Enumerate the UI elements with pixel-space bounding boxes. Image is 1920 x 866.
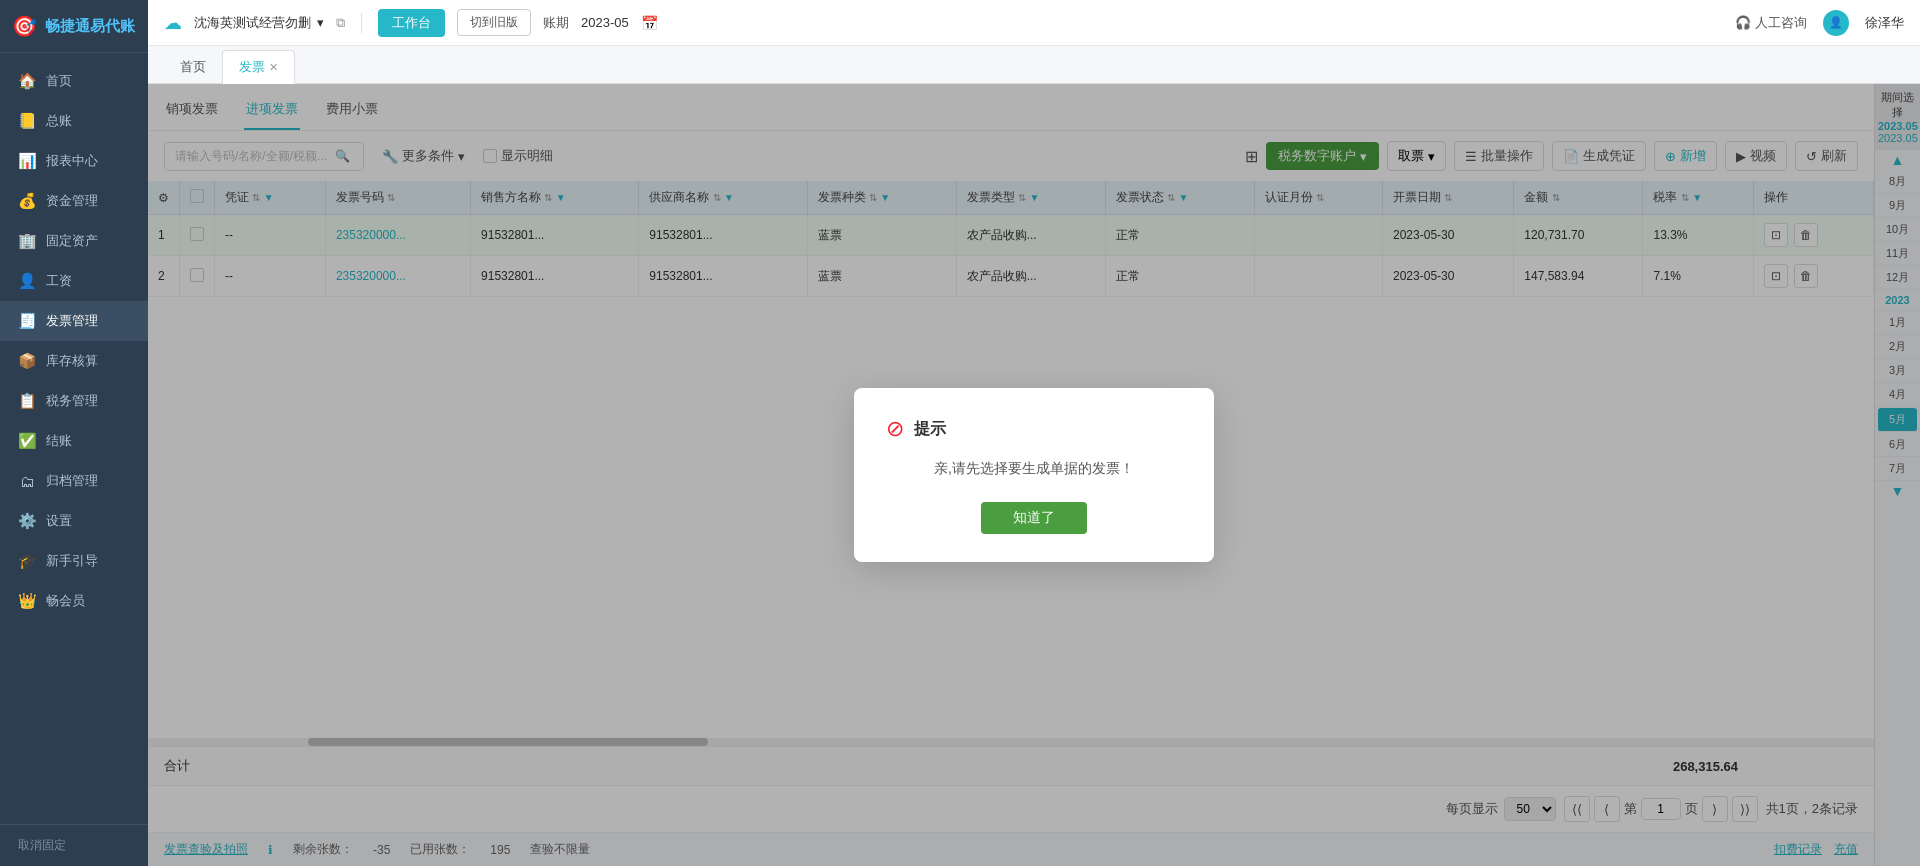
sidebar-label-archive: 归档管理 bbox=[46, 472, 98, 490]
sidebar-label-assets: 固定资产 bbox=[46, 232, 98, 250]
sidebar-label-inventory: 库存核算 bbox=[46, 352, 98, 370]
top-header: ☁ 沈海英测试经营勿删 ▾ ⧉ 工作台 切到旧版 账期 2023-05 📅 🎧 … bbox=[148, 0, 1920, 46]
sidebar-item-settle[interactable]: ✅ 结账 bbox=[0, 421, 148, 461]
sidebar-label-settle: 结账 bbox=[46, 432, 72, 450]
sidebar-label-invoice: 发票管理 bbox=[46, 312, 98, 330]
sidebar-icon-settle: ✅ bbox=[18, 432, 36, 450]
company-name: 沈海英测试经营勿删 bbox=[194, 14, 311, 32]
company-selector[interactable]: 沈海英测试经营勿删 ▾ bbox=[194, 14, 324, 32]
header-right: 🎧 人工咨询 👤 徐泽华 bbox=[1735, 10, 1904, 36]
sidebar-nav: 🏠 首页 📒 总账 📊 报表中心 💰 资金管理 🏢 固定资产 👤 工资 🧾 发票管理 📦 库存核算 📋 税务管理 ✅… bbox=[0, 53, 148, 824]
modal-warning-icon: ⊘ bbox=[886, 416, 904, 442]
modal-overlay: ⊘ 提示 亲,请先选择要生成单据的发票！ 知道了 bbox=[148, 84, 1920, 866]
main-area: ☁ 沈海英测试经营勿删 ▾ ⧉ 工作台 切到旧版 账期 2023-05 📅 🎧 … bbox=[148, 0, 1920, 866]
page-content: 销项发票 进项发票 费用小票 请输入号码/名称/全额/税额... 🔍 bbox=[148, 84, 1920, 866]
modal-message: 亲,请先选择要生成单据的发票！ bbox=[934, 460, 1134, 476]
tab-close-icon[interactable]: ✕ bbox=[269, 61, 278, 74]
sidebar-item-guide[interactable]: 🎓 新手引导 bbox=[0, 541, 148, 581]
sidebar-icon-home: 🏠 bbox=[18, 72, 36, 90]
cloud-icon: ☁ bbox=[164, 12, 182, 34]
modal-title: 提示 bbox=[914, 419, 946, 440]
sidebar-icon-funds: 💰 bbox=[18, 192, 36, 210]
sidebar-label-reports: 报表中心 bbox=[46, 152, 98, 170]
sidebar-label-guide: 新手引导 bbox=[46, 552, 98, 570]
period-calendar-icon[interactable]: 📅 bbox=[641, 15, 658, 31]
sidebar-icon-archive: 🗂 bbox=[18, 473, 36, 490]
sidebar-item-archive[interactable]: 🗂 归档管理 bbox=[0, 461, 148, 501]
sidebar-item-inventory[interactable]: 📦 库存核算 bbox=[0, 341, 148, 381]
modal-box: ⊘ 提示 亲,请先选择要生成单据的发票！ 知道了 bbox=[854, 388, 1214, 562]
period-label: 账期 bbox=[543, 14, 569, 32]
avatar-icon: 👤 bbox=[1829, 16, 1843, 29]
switch-old-version-button[interactable]: 切到旧版 bbox=[457, 9, 531, 36]
sidebar-icon-member: 👑 bbox=[18, 592, 36, 610]
sidebar-item-ledger[interactable]: 📒 总账 bbox=[0, 101, 148, 141]
sidebar-label-settings: 设置 bbox=[46, 512, 72, 530]
headphone-icon: 🎧 bbox=[1735, 15, 1751, 30]
tab-home[interactable]: 首页 bbox=[164, 51, 222, 83]
sidebar-icon-guide: 🎓 bbox=[18, 552, 36, 570]
sidebar-label-member: 畅会员 bbox=[46, 592, 85, 610]
sidebar-item-settings[interactable]: ⚙️ 设置 bbox=[0, 501, 148, 541]
modal-header: ⊘ 提示 bbox=[886, 416, 1182, 442]
sidebar-label-payroll: 工资 bbox=[46, 272, 72, 290]
modal-ok-button[interactable]: 知道了 bbox=[981, 502, 1087, 534]
sidebar-item-invoice[interactable]: 🧾 发票管理 bbox=[0, 301, 148, 341]
sidebar-label-funds: 资金管理 bbox=[46, 192, 98, 210]
sidebar-icon-invoice: 🧾 bbox=[18, 312, 36, 330]
user-avatar[interactable]: 👤 bbox=[1823, 10, 1849, 36]
modal-footer: 知道了 bbox=[886, 502, 1182, 534]
sidebar-label-ledger: 总账 bbox=[46, 112, 72, 130]
username: 徐泽华 bbox=[1865, 14, 1904, 32]
sidebar-label-tax: 税务管理 bbox=[46, 392, 98, 410]
app-title: 畅捷通易代账 bbox=[45, 17, 135, 36]
sidebar-icon-reports: 📊 bbox=[18, 152, 36, 170]
human-service-btn[interactable]: 🎧 人工咨询 bbox=[1735, 14, 1807, 32]
sidebar-item-tax[interactable]: 📋 税务管理 bbox=[0, 381, 148, 421]
header-separator bbox=[361, 13, 362, 33]
sidebar-item-reports[interactable]: 📊 报表中心 bbox=[0, 141, 148, 181]
workbench-button[interactable]: 工作台 bbox=[378, 9, 445, 37]
sidebar-item-home[interactable]: 🏠 首页 bbox=[0, 61, 148, 101]
sidebar-icon-settings: ⚙️ bbox=[18, 512, 36, 530]
app-logo: 🎯 畅捷通易代账 bbox=[0, 0, 148, 53]
sidebar-item-funds[interactable]: 💰 资金管理 bbox=[0, 181, 148, 221]
sidebar-icon-ledger: 📒 bbox=[18, 112, 36, 130]
tab-invoice[interactable]: 发票 ✕ bbox=[222, 50, 295, 84]
sidebar-icon-inventory: 📦 bbox=[18, 352, 36, 370]
sidebar-item-member[interactable]: 👑 畅会员 bbox=[0, 581, 148, 621]
sidebar: 🎯 畅捷通易代账 🏠 首页 📒 总账 📊 报表中心 💰 资金管理 🏢 固定资产 👤 工资 🧾 发票管理 📦 库… bbox=[0, 0, 148, 866]
sidebar-label-home: 首页 bbox=[46, 72, 72, 90]
sidebar-icon-assets: 🏢 bbox=[18, 232, 36, 250]
sidebar-icon-payroll: 👤 bbox=[18, 272, 36, 290]
sidebar-item-payroll[interactable]: 👤 工资 bbox=[0, 261, 148, 301]
header-copy-icon[interactable]: ⧉ bbox=[336, 15, 345, 31]
sidebar-icon-tax: 📋 bbox=[18, 392, 36, 410]
sidebar-item-assets[interactable]: 🏢 固定资产 bbox=[0, 221, 148, 261]
sidebar-footer-unpin[interactable]: 取消固定 bbox=[0, 824, 148, 866]
modal-body: 亲,请先选择要生成单据的发票！ bbox=[886, 460, 1182, 478]
tab-bar: 首页 发票 ✕ bbox=[148, 46, 1920, 84]
period-value: 2023-05 bbox=[581, 15, 629, 30]
company-dropdown-icon: ▾ bbox=[317, 15, 324, 30]
